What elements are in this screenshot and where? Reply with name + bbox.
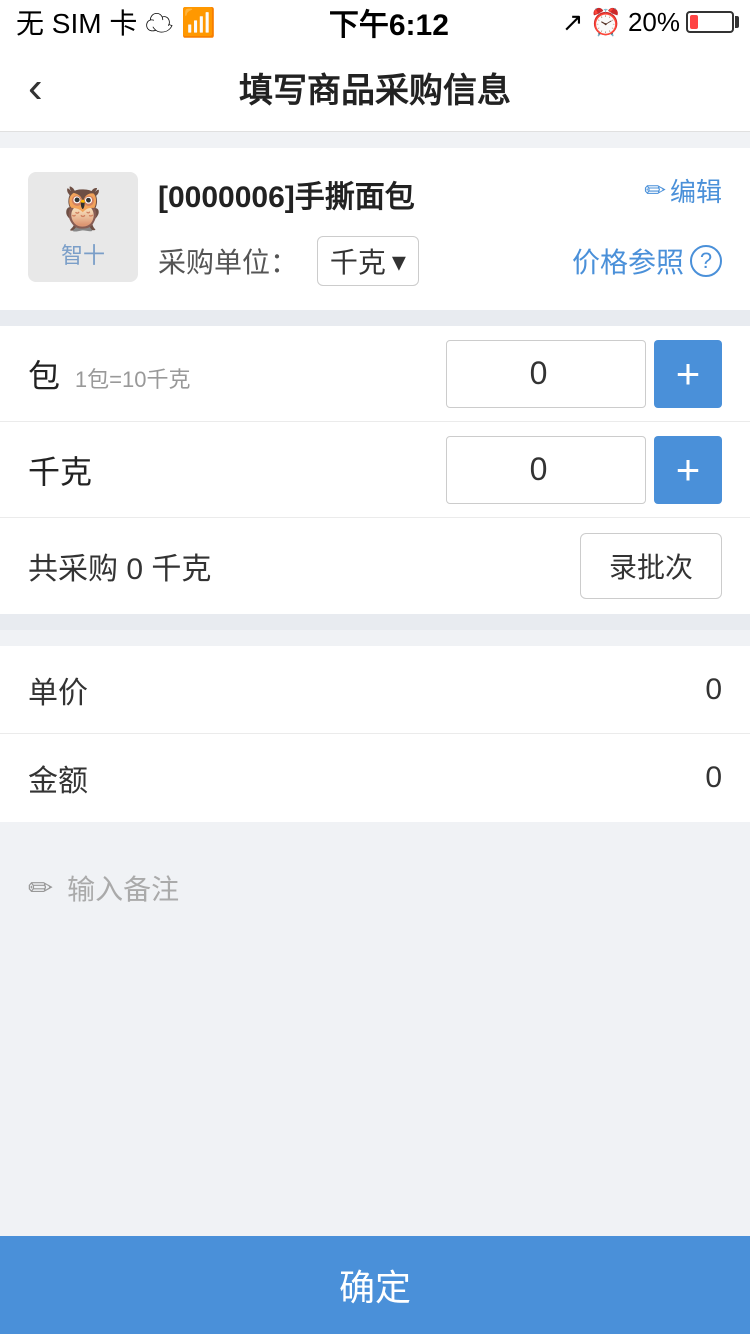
amount-value: 0 (705, 761, 722, 795)
product-name: [0000006]手撕面包 (158, 172, 644, 216)
unit-label: 采购单位： (158, 247, 298, 278)
kg-plus-button[interactable]: + (654, 436, 722, 504)
total-unit: 千克 (151, 553, 211, 586)
confirm-label: 确定 (339, 1259, 411, 1311)
battery-fill (690, 15, 698, 29)
package-plus-button[interactable]: + (654, 340, 722, 408)
unit-field: 采购单位： 千克 ▾ (158, 236, 419, 286)
unit-price-value: 0 (705, 673, 722, 707)
product-card: 🦉 智十 [0000006]手撕面包 ✏ 编辑 采购单位： 千克 ▾ 价格参照 … (0, 148, 750, 310)
unit-value: 千克 (330, 241, 386, 281)
edit-icon: ✏ (644, 175, 666, 206)
status-time: 下午6:12 (329, 0, 449, 44)
batch-button[interactable]: 录批次 (580, 533, 722, 599)
unit-price-label: 单价 (28, 668, 88, 712)
sim-label: 无 SIM 卡 ☁ (16, 2, 173, 42)
price-ref-label: 价格参照 (572, 241, 684, 281)
product-logo-icon: 🦉 (57, 185, 109, 234)
confirm-button[interactable]: 确定 (0, 1236, 750, 1334)
kg-input-wrap: + (446, 436, 722, 504)
info-icon: ? (690, 245, 722, 277)
product-logo-text: 智十 (61, 238, 105, 270)
package-input-wrap: + (446, 340, 722, 408)
divider-2 (0, 614, 750, 630)
status-right: ↗ ⏰ 20% (562, 7, 734, 38)
product-info: [0000006]手撕面包 ✏ 编辑 采购单位： 千克 ▾ 价格参照 ? (158, 172, 722, 286)
unit-price-row: 单价 0 (0, 646, 750, 734)
wifi-icon: 📶 (181, 6, 216, 39)
battery-icon (686, 11, 734, 33)
price-info-section: 单价 0 金额 0 (0, 646, 750, 822)
total-label: 共采购 (28, 553, 118, 586)
total-row: 共采购 0 千克 录批次 (0, 518, 750, 614)
back-button[interactable]: ‹ (28, 66, 43, 110)
form-section: 包 1包=10千克 + 千克 + 共采购 0 千克 录批次 (0, 326, 750, 614)
kg-label: 千克 (28, 454, 92, 490)
total-amount: 0 (126, 553, 143, 586)
package-label: 包 (28, 358, 60, 394)
page-title: 填写商品采购信息 (239, 63, 511, 112)
package-sub-label: 1包=10千克 (75, 367, 191, 392)
product-thumbnail: 🦉 智十 (28, 172, 138, 282)
chevron-down-icon: ▾ (392, 245, 406, 278)
notes-placeholder: 输入备注 (67, 868, 179, 908)
pencil-icon: ✏ (28, 871, 53, 906)
kg-row: 千克 + (0, 422, 750, 518)
kg-input[interactable] (446, 436, 646, 504)
nav-bar: ‹ 填写商品采购信息 (0, 44, 750, 132)
status-left: 无 SIM 卡 ☁ 📶 (16, 2, 216, 42)
notes-section[interactable]: ✏ 输入备注 (0, 838, 750, 938)
unit-select[interactable]: 千克 ▾ (317, 236, 419, 286)
divider-1 (0, 310, 750, 326)
battery-percent: 20% (628, 7, 680, 38)
alarm-icon: ⏰ (590, 7, 622, 38)
amount-row: 金额 0 (0, 734, 750, 822)
edit-label: 编辑 (670, 172, 722, 209)
price-ref-button[interactable]: 价格参照 ? (572, 241, 722, 281)
location-icon: ↗ (562, 7, 584, 38)
total-text: 共采购 0 千克 (28, 544, 211, 588)
package-input[interactable] (446, 340, 646, 408)
status-bar: 无 SIM 卡 ☁ 📶 下午6:12 ↗ ⏰ 20% (0, 0, 750, 44)
amount-label: 金额 (28, 756, 88, 800)
package-row: 包 1包=10千克 + (0, 326, 750, 422)
edit-button[interactable]: ✏ 编辑 (644, 172, 722, 209)
